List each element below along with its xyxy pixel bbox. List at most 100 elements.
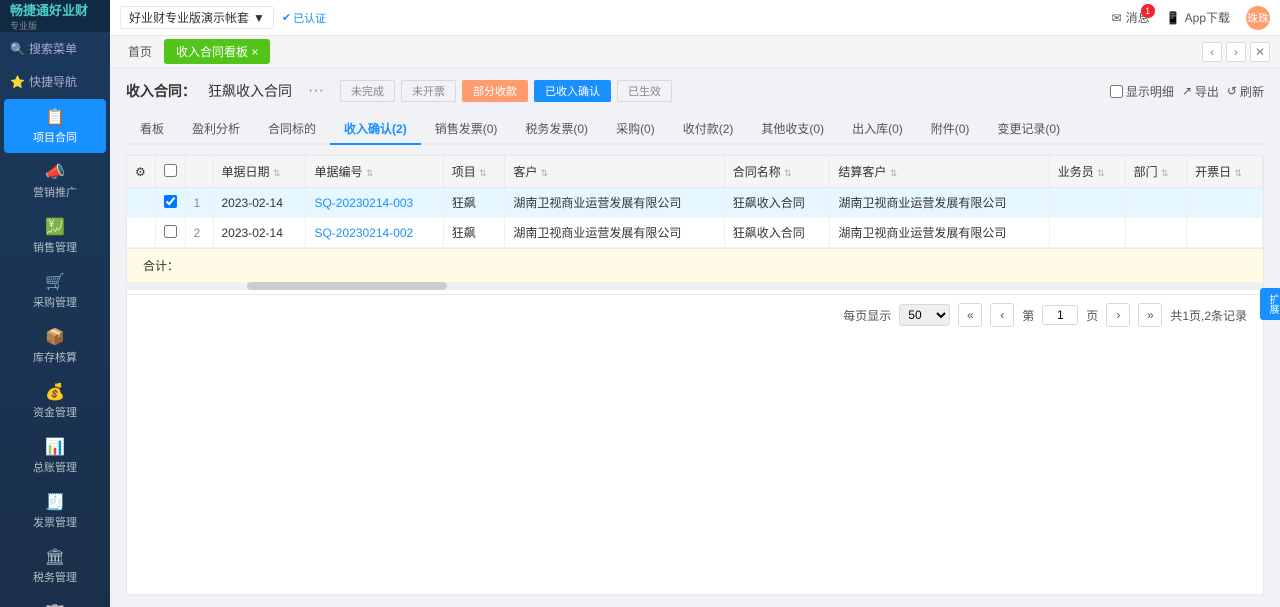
right-float-btn[interactable]: 扩展 xyxy=(1260,288,1280,320)
table-row[interactable]: 2 2023-02-14 SQ-20230214-002 狂飙 湖南卫视商业运营… xyxy=(127,218,1263,248)
sidebar-item-sales[interactable]: 💹销售管理 xyxy=(4,209,106,263)
app-download-btn[interactable]: 📱 App下载 xyxy=(1166,9,1230,26)
dept-col[interactable]: 部门 ⇅ xyxy=(1125,156,1187,188)
project-col[interactable]: 项目 ⇅ xyxy=(443,156,505,188)
marketing-icon: 📣 xyxy=(45,162,65,182)
date-col-label: 单据日期 xyxy=(222,165,270,179)
fixed_assets-icon: 🏢 xyxy=(45,602,65,607)
page-input[interactable] xyxy=(1042,305,1078,325)
table-row[interactable]: 1 2023-02-14 SQ-20230214-003 狂飙 湖南卫视商业运营… xyxy=(127,188,1263,218)
settings-cell xyxy=(127,218,155,248)
sub-tab-standard[interactable]: 合同标的 xyxy=(254,114,330,145)
company-selector[interactable]: 好业财专业版演示帐套 ▼ xyxy=(120,6,274,29)
more-btn[interactable]: ··· xyxy=(304,82,328,100)
date-col[interactable]: 单据日期 ⇅ xyxy=(213,156,306,188)
prev-page-btn[interactable]: ‹ xyxy=(990,303,1014,327)
status-tag[interactable]: 未完成 xyxy=(340,80,395,102)
sidebar-search[interactable]: 🔍 搜索菜单 xyxy=(0,32,110,65)
sidebar-item-fund[interactable]: 💰资金管理 xyxy=(4,374,106,428)
inventory-icon: 📦 xyxy=(45,327,65,347)
sub-tab-payment[interactable]: 收付款(2) xyxy=(669,114,748,145)
main-area: 好业财专业版演示帐套 ▼ ✔ 已认证 ✉ 消息 1 📱 App下载 珠珠 xyxy=(110,0,1280,607)
checkbox-cell[interactable] xyxy=(155,218,185,248)
next-page-btn[interactable]: › xyxy=(1106,303,1130,327)
total-row: 合计： xyxy=(127,248,1263,282)
topbar-right: ✉ 消息 1 📱 App下载 珠珠 xyxy=(1112,6,1270,30)
row-checkbox[interactable] xyxy=(164,195,177,208)
user-avatar[interactable]: 珠珠 xyxy=(1246,6,1270,30)
active-tab[interactable]: 收入合同看板 × xyxy=(164,39,270,64)
app-name: 畅捷通好业财 xyxy=(10,0,88,19)
row-settle-customer: 湖南卫视商业运营发展有限公司 xyxy=(830,218,1049,248)
sidebar: 畅捷通好业财 专业版 🔍 搜索菜单 ⭐ 快捷导航 📋项目合同📣营销推广💹销售管理… xyxy=(0,0,110,607)
contract-name-col[interactable]: 合同名称 ⇅ xyxy=(724,156,830,188)
sidebar-item-fixed_assets[interactable]: 🏢固定资产 xyxy=(4,594,106,607)
quick-nav-label: 快捷导航 xyxy=(29,73,77,90)
page-size-select[interactable]: 50 100 xyxy=(899,304,950,326)
sub-tab-sales_invoice[interactable]: 销售发票(0) xyxy=(421,114,512,145)
sub-tab-dashboard[interactable]: 看板 xyxy=(126,114,178,145)
row-num: 2 xyxy=(185,218,213,248)
status-tag[interactable]: 未开票 xyxy=(401,80,456,102)
settle-customer-col[interactable]: 结算客户 ⇅ xyxy=(830,156,1049,188)
scrollbar-thumb[interactable] xyxy=(247,282,447,290)
salesman-col[interactable]: 业务员 ⇅ xyxy=(1049,156,1125,188)
sub-tab-profit[interactable]: 盈利分析 xyxy=(178,114,254,145)
sidebar-quick-nav[interactable]: ⭐ 快捷导航 xyxy=(0,65,110,98)
show-detail-checkbox[interactable]: 显示明细 xyxy=(1110,83,1174,100)
tab-close-btn[interactable]: ✕ xyxy=(1250,42,1270,62)
sub-tab-warehouse[interactable]: 出入库(0) xyxy=(838,114,917,145)
show-detail-input[interactable] xyxy=(1110,85,1123,98)
customer-col[interactable]: 客户 ⇅ xyxy=(505,156,724,188)
checkbox-cell[interactable] xyxy=(155,188,185,218)
settings-icon[interactable]: ⚙ xyxy=(135,165,146,179)
table-header: ⚙ 单据日期 ⇅ 单据编号 ⇅ xyxy=(127,156,1263,188)
sub-tab-income_confirm[interactable]: 收入确认(2) xyxy=(330,114,421,145)
app-sub: 专业版 xyxy=(10,19,88,32)
row-checkbox[interactable] xyxy=(164,225,177,238)
row-dept xyxy=(1125,218,1187,248)
sub-tab-change_log[interactable]: 变更记录(0) xyxy=(983,114,1074,145)
sidebar-item-accounting[interactable]: 📊总账管理 xyxy=(4,429,106,483)
table-container[interactable]: ⚙ 单据日期 ⇅ 单据编号 ⇅ xyxy=(126,155,1264,595)
sub-tab-purchase[interactable]: 采购(0) xyxy=(602,114,669,145)
home-tab[interactable]: 首页 xyxy=(120,41,160,62)
order-no-col[interactable]: 单据编号 ⇅ xyxy=(306,156,443,188)
message-btn[interactable]: ✉ 消息 1 xyxy=(1112,9,1150,26)
sidebar-search-label: 搜索菜单 xyxy=(29,40,77,57)
sidebar-item-label: 总账管理 xyxy=(33,459,77,475)
tab-prev-btn[interactable]: ‹ xyxy=(1202,42,1222,62)
export-btn[interactable]: ↗ 导出 xyxy=(1182,83,1219,100)
first-page-btn[interactable]: « xyxy=(958,303,982,327)
sidebar-item-inventory[interactable]: 📦库存核算 xyxy=(4,319,106,373)
sub-tab-other_income[interactable]: 其他收支(0) xyxy=(747,114,838,145)
order-no-link[interactable]: SQ-20230214-002 xyxy=(314,226,413,240)
project-icon: 📋 xyxy=(45,107,65,127)
open-date-col-label: 开票日 xyxy=(1195,165,1231,179)
status-tag[interactable]: 已收入确认 xyxy=(534,80,611,102)
sub-tab-tax_invoice[interactable]: 税务发票(0) xyxy=(511,114,602,145)
sidebar-item-purchase[interactable]: 🛒采购管理 xyxy=(4,264,106,318)
open-date-col[interactable]: 开票日 ⇅ xyxy=(1187,156,1263,188)
status-tag[interactable]: 已生效 xyxy=(617,80,672,102)
sub-tab-attachments[interactable]: 附件(0) xyxy=(917,114,984,145)
export-icon: ↗ xyxy=(1182,84,1192,98)
sidebar-item-invoice[interactable]: 🧾发票管理 xyxy=(4,484,106,538)
sidebar-item-marketing[interactable]: 📣营销推广 xyxy=(4,154,106,208)
row-order-no[interactable]: SQ-20230214-002 xyxy=(306,218,443,248)
tab-next-btn[interactable]: › xyxy=(1226,42,1246,62)
order-no-link[interactable]: SQ-20230214-003 xyxy=(314,196,413,210)
status-tag[interactable]: 部分收款 xyxy=(462,80,528,102)
sidebar-item-tax[interactable]: 🏛税务管理 xyxy=(4,539,106,593)
contract-name-sort-icon: ⇅ xyxy=(784,168,792,178)
fund-icon: 💰 xyxy=(45,382,65,402)
row-order-no[interactable]: SQ-20230214-003 xyxy=(306,188,443,218)
content-area: 收入合同： 狂飙收入合同 ··· 未完成未开票部分收款已收入确认已生效 显示明细… xyxy=(110,68,1280,607)
sidebar-item-project[interactable]: 📋项目合同 xyxy=(4,99,106,153)
customer-sort-icon: ⇅ xyxy=(541,168,549,178)
last-page-btn[interactable]: » xyxy=(1138,303,1162,327)
open-date-sort-icon: ⇅ xyxy=(1234,168,1242,178)
salesman-sort-icon: ⇅ xyxy=(1097,168,1105,178)
select-all-checkbox[interactable] xyxy=(164,164,177,177)
refresh-btn[interactable]: ↺ 刷新 xyxy=(1227,83,1264,100)
